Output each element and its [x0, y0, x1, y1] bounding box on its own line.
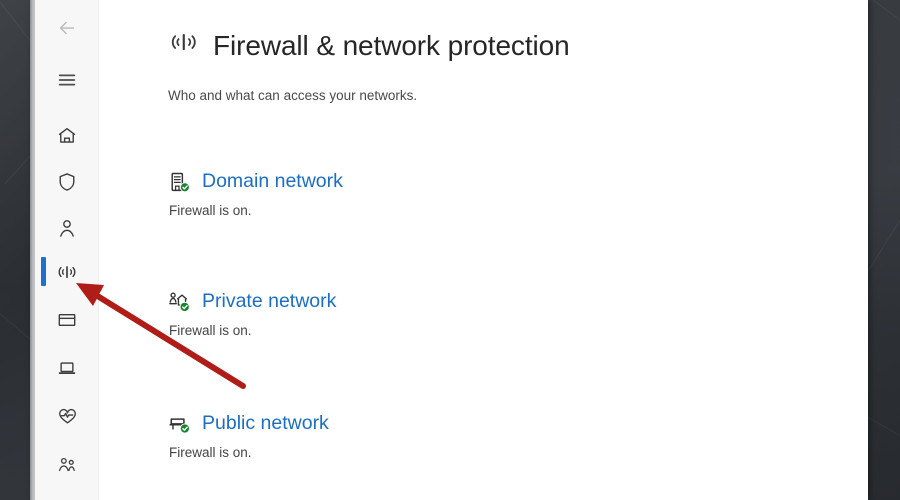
sidebar-item-device-security[interactable] — [35, 348, 99, 388]
domain-network-status: Firewall is on. — [169, 203, 252, 218]
public-network-link-row[interactable]: Public network — [168, 412, 329, 435]
page-subtitle: Who and what can access your networks. — [168, 88, 418, 103]
network-section-public: Public network Firewall is on. — [168, 412, 329, 460]
sidebar-item-device-performance[interactable] — [35, 396, 99, 436]
home-icon — [56, 125, 78, 147]
page-header: Firewall & network protection — [167, 28, 570, 63]
sidebar-item-home[interactable] — [35, 116, 99, 156]
domain-network-link[interactable]: Domain network — [202, 170, 343, 193]
nav-menu-button[interactable] — [35, 60, 99, 100]
sidebar-item-account-protection[interactable] — [35, 208, 99, 248]
page-title: Firewall & network protection — [213, 29, 570, 61]
private-home-icon — [168, 291, 190, 313]
private-network-status: Firewall is on. — [169, 323, 252, 338]
person-icon — [56, 217, 78, 239]
sidebar-item-family-options[interactable] — [35, 444, 99, 484]
laptop-icon — [56, 357, 78, 379]
screen: Firewall & network protection Who and wh… — [0, 0, 900, 500]
private-network-link[interactable]: Private network — [202, 290, 336, 313]
domain-network-link-row[interactable]: Domain network — [168, 170, 343, 193]
navigation-rail — [35, 0, 99, 500]
public-network-link[interactable]: Public network — [202, 412, 329, 435]
family-people-icon — [56, 453, 79, 475]
broadcast-signal-icon — [55, 261, 79, 283]
main-content: Firewall & network protection Who and wh… — [99, 0, 868, 500]
shield-icon — [56, 171, 78, 193]
sidebar-item-firewall-network[interactable] — [35, 252, 99, 292]
public-bench-icon — [168, 413, 190, 435]
sidebar-item-app-browser-control[interactable] — [35, 300, 99, 340]
hamburger-menu-icon — [56, 69, 78, 91]
app-window-icon — [56, 309, 78, 331]
network-section-domain: Domain network Firewall is on. — [168, 170, 343, 218]
private-network-link-row[interactable]: Private network — [168, 290, 336, 313]
broadcast-signal-icon — [167, 28, 201, 63]
network-section-private: Private network Firewall is on. — [168, 290, 336, 338]
windows-security-window: Firewall & network protection Who and wh… — [30, 0, 868, 500]
back-arrow-icon — [56, 17, 78, 39]
sidebar-item-virus-protection[interactable] — [35, 162, 99, 202]
public-network-status: Firewall is on. — [169, 445, 252, 460]
domain-server-icon — [168, 171, 190, 193]
heart-pulse-icon — [56, 405, 79, 427]
nav-back-button[interactable] — [35, 8, 99, 48]
